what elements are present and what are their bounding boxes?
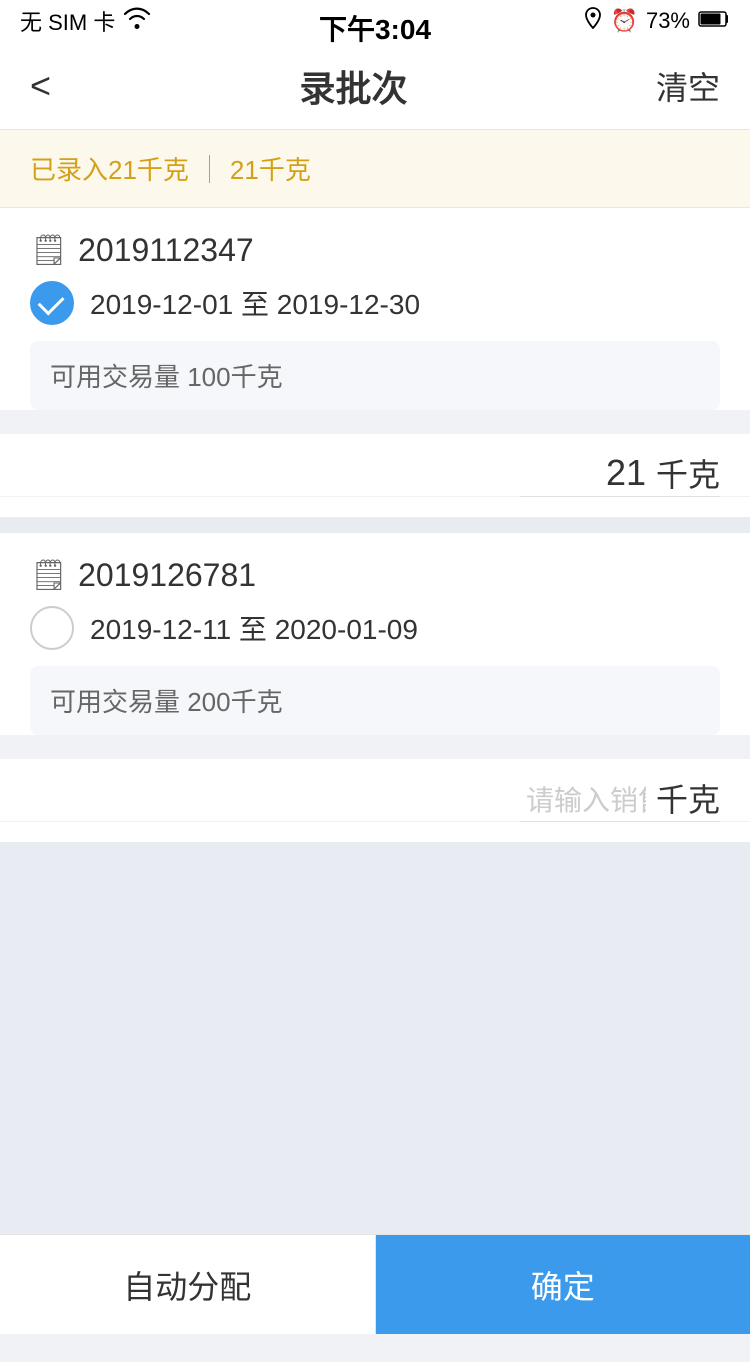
location-icon: [583, 7, 603, 35]
total-value: 21千克: [230, 150, 311, 187]
auto-distribute-button[interactable]: 自动分配: [0, 1235, 376, 1334]
batch-availability-1: 可用交易量 100千克: [30, 341, 720, 410]
quantity-unit-1: 千克: [656, 450, 720, 496]
confirm-button[interactable]: 确定: [376, 1235, 750, 1334]
wifi-icon: [123, 7, 151, 35]
batch-id-2: 2019126781: [78, 557, 256, 594]
batch-date-row-1: 2019-12-01 至 2019-12-30: [30, 281, 720, 325]
batch-header-1: 🗒 2019112347: [30, 232, 720, 269]
quantity-input-1[interactable]: [526, 452, 646, 494]
status-left: 无 SIM 卡: [20, 5, 151, 37]
card-bottom-space-1: [0, 497, 750, 517]
recorded-label: 已录入21千克: [30, 150, 189, 187]
content-area: 🗒 2019112347 2019-12-01 至 2019-12-30 可用交…: [0, 208, 750, 1362]
card-separator: [0, 517, 750, 533]
status-right: ⏰ 73%: [583, 7, 730, 35]
info-divider: [209, 155, 210, 183]
quantity-row-2: 千克: [0, 759, 750, 821]
quantity-row-1: 千克: [0, 434, 750, 496]
card-bottom-space-2: [0, 822, 750, 842]
batch-card-1: 🗒 2019112347 2019-12-01 至 2019-12-30 可用交…: [0, 208, 750, 410]
status-time: 下午3:04: [319, 8, 431, 48]
batch-date-1: 2019-12-01 至 2019-12-30: [90, 283, 420, 323]
batch-date-row-2: 2019-12-11 至 2020-01-09: [30, 606, 720, 650]
batch-doc-icon-2: 🗒: [30, 558, 68, 593]
bottom-buttons: 自动分配 确定: [0, 1234, 750, 1334]
page-title: 录批次: [300, 60, 408, 112]
nav-bar: < 录批次 清空: [0, 42, 750, 130]
alarm-icon: ⏰: [611, 8, 638, 34]
batch-availability-2: 可用交易量 200千克: [30, 666, 720, 735]
batch-header-2: 🗒 2019126781: [30, 557, 720, 594]
batch-card-2: 🗒 2019126781 2019-12-11 至 2020-01-09 可用交…: [0, 533, 750, 735]
batch-doc-icon-1: 🗒: [30, 233, 68, 268]
quantity-input-2[interactable]: [526, 777, 646, 819]
clear-button[interactable]: 清空: [656, 63, 720, 109]
bottom-empty-area: [0, 842, 750, 1262]
battery-icon: [698, 8, 730, 34]
quantity-unit-2: 千克: [656, 775, 720, 821]
back-button[interactable]: <: [30, 65, 51, 107]
batch-checkbox-1[interactable]: [30, 281, 74, 325]
status-bar: 无 SIM 卡 下午3:04 ⏰ 73%: [0, 0, 750, 42]
batch-id-1: 2019112347: [78, 232, 254, 269]
battery-label: 73%: [646, 8, 690, 34]
batch-checkbox-2[interactable]: [30, 606, 74, 650]
batch-date-2: 2019-12-11 至 2020-01-09: [90, 608, 418, 648]
no-sim-label: 无 SIM 卡: [20, 5, 115, 37]
info-bar: 已录入21千克 21千克: [0, 130, 750, 208]
